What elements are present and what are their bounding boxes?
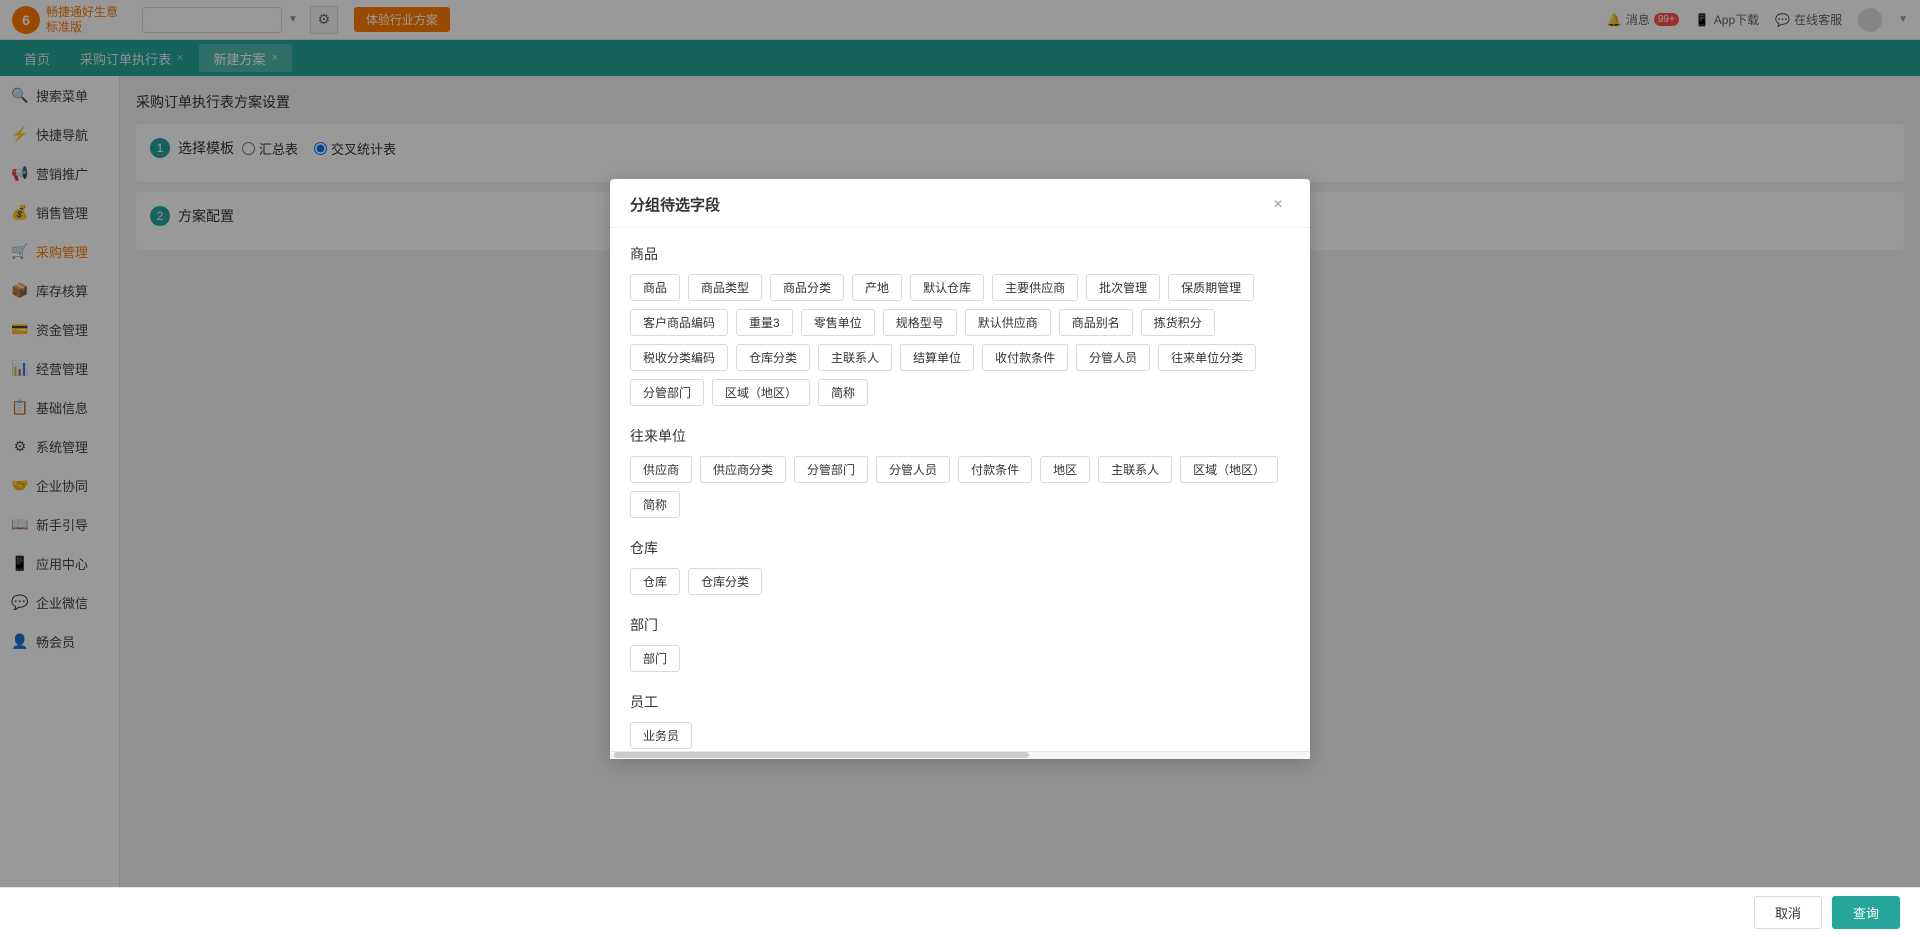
field-tag-partner-区域（地区）[interactable]: 区域（地区） — [1180, 456, 1278, 483]
field-section-title-warehouse: 仓库 — [630, 538, 1290, 558]
field-tag-goods-仓库分类[interactable]: 仓库分类 — [736, 344, 810, 371]
field-tag-partner-简称[interactable]: 简称 — [630, 491, 680, 518]
field-tag-partner-供应商分类[interactable]: 供应商分类 — [700, 456, 786, 483]
field-section-warehouse: 仓库仓库仓库分类 — [630, 538, 1290, 595]
field-tag-goods-保质期管理[interactable]: 保质期管理 — [1168, 274, 1254, 301]
field-tag-department-部门[interactable]: 部门 — [630, 645, 680, 672]
field-tag-goods-简称[interactable]: 简称 — [818, 379, 868, 406]
modal-title: 分组待选字段 — [630, 194, 720, 215]
field-tag-partner-地区[interactable]: 地区 — [1040, 456, 1090, 483]
field-tag-goods-客户商品编码[interactable]: 客户商品编码 — [630, 309, 728, 336]
field-tag-partner-分管部门[interactable]: 分管部门 — [794, 456, 868, 483]
field-tag-goods-区域（地区）[interactable]: 区域（地区） — [712, 379, 810, 406]
field-tag-partner-分管人员[interactable]: 分管人员 — [876, 456, 950, 483]
field-tag-goods-批次管理[interactable]: 批次管理 — [1086, 274, 1160, 301]
field-tag-goods-商品分类[interactable]: 商品分类 — [770, 274, 844, 301]
modal-header: 分组待选字段 × — [610, 179, 1310, 228]
field-tag-goods-零售单位[interactable]: 零售单位 — [801, 309, 875, 336]
field-section-title-department: 部门 — [630, 615, 1290, 635]
field-tag-goods-产地[interactable]: 产地 — [852, 274, 902, 301]
field-tag-employee-业务员[interactable]: 业务员 — [630, 722, 692, 749]
modal-body[interactable]: 商品商品商品类型商品分类产地默认仓库主要供应商批次管理保质期管理客户商品编码重量… — [610, 228, 1310, 751]
field-tag-goods-拣货积分[interactable]: 拣货积分 — [1141, 309, 1215, 336]
field-select-modal: 分组待选字段 × 商品商品商品类型商品分类产地默认仓库主要供应商批次管理保质期管… — [610, 179, 1310, 759]
field-tag-goods-默认供应商[interactable]: 默认供应商 — [965, 309, 1051, 336]
field-tag-goods-收付款条件[interactable]: 收付款条件 — [982, 344, 1068, 371]
field-section-department: 部门部门 — [630, 615, 1290, 672]
field-tag-goods-分管人员[interactable]: 分管人员 — [1076, 344, 1150, 371]
field-tag-goods-税收分类编码[interactable]: 税收分类编码 — [630, 344, 728, 371]
footer-bar: 取消 查询 — [0, 887, 1920, 937]
field-tag-goods-重量3[interactable]: 重量3 — [736, 309, 793, 336]
field-tag-goods-规格型号[interactable]: 规格型号 — [883, 309, 957, 336]
field-section-title-partner: 往来单位 — [630, 426, 1290, 446]
field-tag-goods-往来单位分类[interactable]: 往来单位分类 — [1158, 344, 1256, 371]
field-section-partner: 往来单位供应商供应商分类分管部门分管人员付款条件地区主联系人区域（地区） 简称 — [630, 426, 1290, 518]
field-tag-goods-主联系人[interactable]: 主联系人 — [818, 344, 892, 371]
field-tag-goods-分管部门[interactable]: 分管部门 — [630, 379, 704, 406]
field-section-title-goods: 商品 — [630, 244, 1290, 264]
modal-close-button[interactable]: × — [1266, 193, 1290, 217]
field-tag-partner-主联系人[interactable]: 主联系人 — [1098, 456, 1172, 483]
field-tag-goods-商品别名[interactable]: 商品别名 — [1059, 309, 1133, 336]
field-tag-warehouse-仓库[interactable]: 仓库 — [630, 568, 680, 595]
field-tag-partner-付款条件[interactable]: 付款条件 — [958, 456, 1032, 483]
field-section-goods: 商品商品商品类型商品分类产地默认仓库主要供应商批次管理保质期管理客户商品编码重量… — [630, 244, 1290, 406]
field-section-title-employee: 员工 — [630, 692, 1290, 712]
scrollbar-thumb — [614, 752, 1029, 758]
field-tag-partner-供应商[interactable]: 供应商 — [630, 456, 692, 483]
field-tags-warehouse: 仓库仓库分类 — [630, 568, 1290, 595]
cancel-button[interactable]: 取消 — [1754, 896, 1822, 929]
field-tag-goods-主要供应商[interactable]: 主要供应商 — [992, 274, 1078, 301]
confirm-button[interactable]: 查询 — [1832, 896, 1900, 929]
field-tag-warehouse-仓库分类[interactable]: 仓库分类 — [688, 568, 762, 595]
field-tag-goods-商品[interactable]: 商品 — [630, 274, 680, 301]
field-tags-partner: 供应商供应商分类分管部门分管人员付款条件地区主联系人区域（地区） 简称 — [630, 456, 1290, 518]
field-tag-goods-结算单位[interactable]: 结算单位 — [900, 344, 974, 371]
field-tags-goods: 商品商品类型商品分类产地默认仓库主要供应商批次管理保质期管理客户商品编码重量3 零… — [630, 274, 1290, 406]
modal-horizontal-scrollbar[interactable] — [610, 751, 1310, 759]
field-tags-employee: 业务员 — [630, 722, 1290, 749]
field-tag-goods-默认仓库[interactable]: 默认仓库 — [910, 274, 984, 301]
field-tags-department: 部门 — [630, 645, 1290, 672]
field-tag-goods-商品类型[interactable]: 商品类型 — [688, 274, 762, 301]
field-section-employee: 员工业务员 — [630, 692, 1290, 749]
modal-overlay: 分组待选字段 × 商品商品商品类型商品分类产地默认仓库主要供应商批次管理保质期管… — [0, 0, 1920, 937]
